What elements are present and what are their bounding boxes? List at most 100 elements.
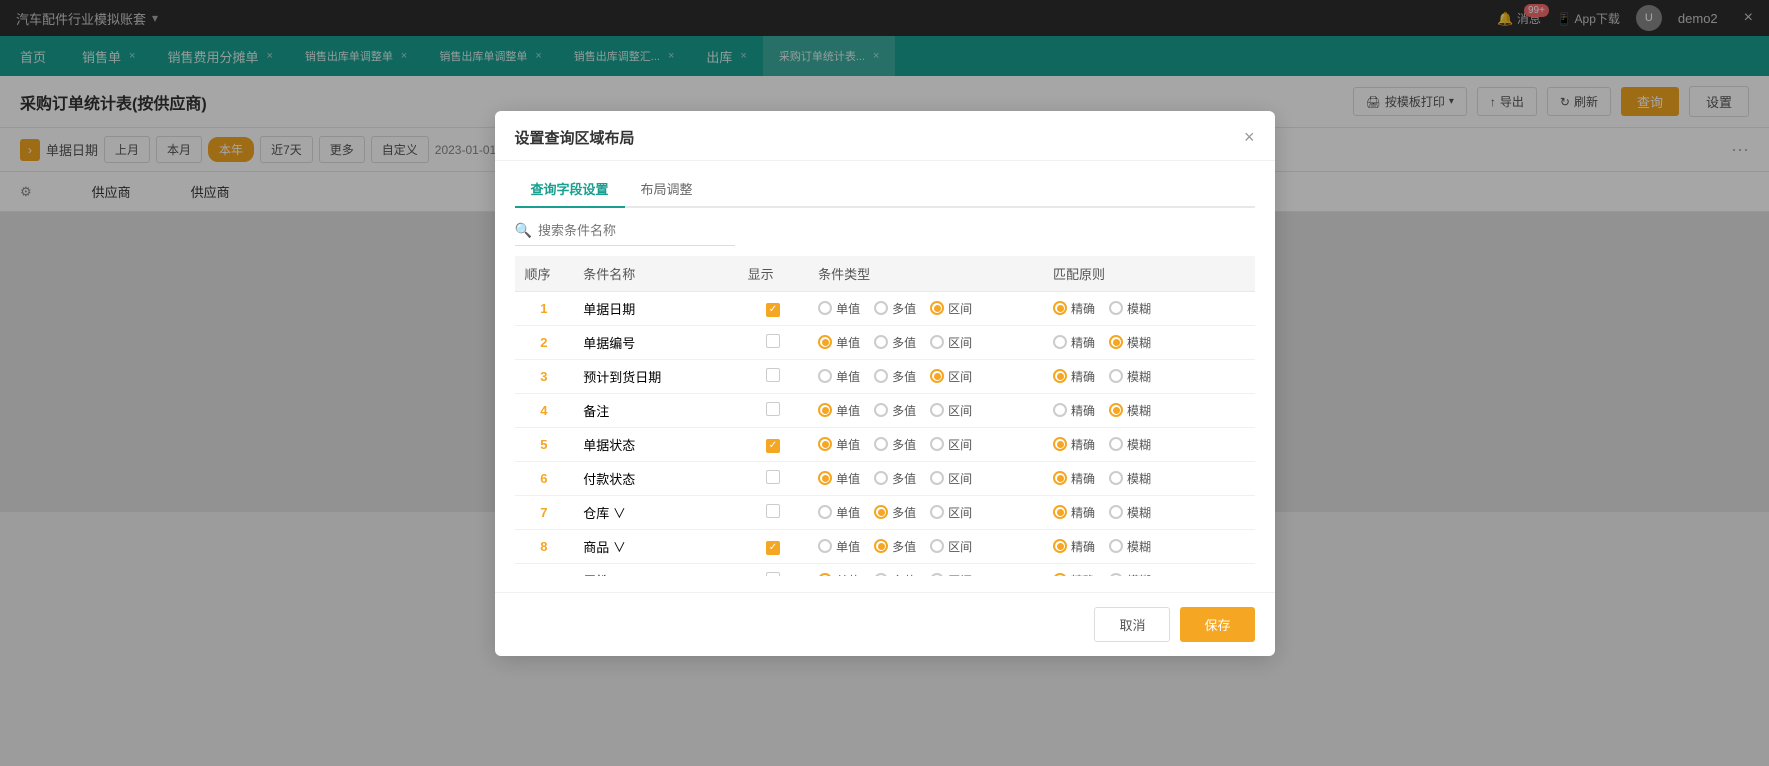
- radio-type-single-8[interactable]: 单值: [818, 538, 860, 555]
- checkbox-display-9[interactable]: [766, 572, 780, 576]
- condition-name-3: 预计到货日期: [583, 370, 661, 385]
- radio-circle-range-6: [930, 471, 944, 485]
- search-input[interactable]: [538, 223, 718, 238]
- tab-layout-adjust[interactable]: 布局调整: [625, 171, 709, 208]
- conditions-table-container[interactable]: 顺序 条件名称 显示 条件类型 匹配原则 1单据日期单值多值区间精确模糊2单据编…: [515, 256, 1255, 576]
- radio-rule-precise-8[interactable]: 精确: [1053, 538, 1095, 555]
- radio-rule-precise-3[interactable]: 精确: [1053, 368, 1095, 385]
- radio-type-single-5[interactable]: 单值: [818, 436, 860, 453]
- radio-circle-multi-5: [874, 437, 888, 451]
- radio-circle-single-2: [818, 335, 832, 349]
- search-box: 🔍: [515, 222, 735, 246]
- tab-query-fields[interactable]: 查询字段设置: [515, 171, 625, 208]
- radio-type-multi-6[interactable]: 多值: [874, 470, 916, 487]
- checkbox-display-1[interactable]: [766, 303, 780, 317]
- radio-rule-precise-5[interactable]: 精确: [1053, 436, 1095, 453]
- table-head-row: 顺序 条件名称 显示 条件类型 匹配原则: [515, 256, 1255, 292]
- radio-type-multi-7[interactable]: 多值: [874, 504, 916, 521]
- radio-rule-fuzzy-1[interactable]: 模糊: [1109, 300, 1151, 317]
- radio-type-range-5[interactable]: 区间: [930, 436, 972, 453]
- radio-type-range-8[interactable]: 区间: [930, 538, 972, 555]
- radio-rule-fuzzy-5[interactable]: 模糊: [1109, 436, 1151, 453]
- dialog-footer: 取消 保存: [495, 592, 1275, 656]
- radio-type-range-9[interactable]: 区间: [930, 572, 972, 576]
- radio-rule-fuzzy-6[interactable]: 模糊: [1109, 470, 1151, 487]
- radio-circle-range-1: [930, 301, 944, 315]
- radio-circle-range-5: [930, 437, 944, 451]
- condition-name-2: 单据编号: [583, 336, 635, 351]
- checkbox-display-5[interactable]: [766, 439, 780, 453]
- radio-rule-fuzzy-4[interactable]: 模糊: [1109, 402, 1151, 419]
- checkbox-display-4[interactable]: [766, 402, 780, 416]
- checkbox-display-2[interactable]: [766, 334, 780, 348]
- radio-rule-fuzzy-8[interactable]: 模糊: [1109, 538, 1151, 555]
- row-order-3: 3: [540, 369, 547, 384]
- condition-name-8: 商品 ∨: [583, 540, 626, 555]
- radio-type-range-7[interactable]: 区间: [930, 504, 972, 521]
- radio-circle-range-4: [930, 403, 944, 417]
- radio-type-range-6[interactable]: 区间: [930, 470, 972, 487]
- radio-circle-single-3: [818, 369, 832, 383]
- radio-type-single-1[interactable]: 单值: [818, 300, 860, 317]
- radio-circle-single-4: [818, 403, 832, 417]
- radio-type-multi-8[interactable]: 多值: [874, 538, 916, 555]
- radio-rule-precise-4[interactable]: 精确: [1053, 402, 1095, 419]
- checkbox-display-7[interactable]: [766, 504, 780, 518]
- radio-rule-fuzzy-3[interactable]: 模糊: [1109, 368, 1151, 385]
- radio-type-multi-4[interactable]: 多值: [874, 402, 916, 419]
- radio-circle-rule-fuzzy-5: [1109, 437, 1123, 451]
- cancel-button[interactable]: 取消: [1094, 607, 1170, 642]
- checkbox-display-8[interactable]: [766, 541, 780, 555]
- dialog-tabs: 查询字段设置 布局调整: [515, 171, 1255, 208]
- radio-type-single-3[interactable]: 单值: [818, 368, 860, 385]
- radio-rule-fuzzy-2[interactable]: 模糊: [1109, 334, 1151, 351]
- radio-type-single-7[interactable]: 单值: [818, 504, 860, 521]
- radio-rule-precise-2[interactable]: 精确: [1053, 334, 1095, 351]
- radio-type-multi-9[interactable]: 多值: [874, 572, 916, 576]
- radio-rule-fuzzy-9[interactable]: 模糊: [1109, 572, 1151, 576]
- save-button[interactable]: 保存: [1180, 607, 1254, 642]
- radio-circle-rule-fuzzy-8: [1109, 539, 1123, 553]
- radio-circle-single-8: [818, 539, 832, 553]
- radio-type-multi-2[interactable]: 多值: [874, 334, 916, 351]
- search-icon: 🔍: [515, 222, 532, 239]
- checkbox-display-3[interactable]: [766, 368, 780, 382]
- radio-circle-range-8: [930, 539, 944, 553]
- radio-circle-rule-precise-1: [1053, 301, 1067, 315]
- radio-type-single-4[interactable]: 单值: [818, 402, 860, 419]
- radio-type-single-9[interactable]: 单值: [818, 572, 860, 576]
- radio-type-range-2[interactable]: 区间: [930, 334, 972, 351]
- row-order-1: 1: [540, 301, 547, 316]
- radio-type-multi-1[interactable]: 多值: [874, 300, 916, 317]
- radio-type-range-3[interactable]: 区间: [930, 368, 972, 385]
- radio-rule-precise-9[interactable]: 精确: [1053, 572, 1095, 576]
- checkbox-display-6[interactable]: [766, 470, 780, 484]
- radio-circle-rule-fuzzy-1: [1109, 301, 1123, 315]
- table-row: 2单据编号单值多值区间精确模糊: [515, 325, 1255, 359]
- radio-type-single-2[interactable]: 单值: [818, 334, 860, 351]
- radio-type-multi-3[interactable]: 多值: [874, 368, 916, 385]
- radio-circle-multi-7: [874, 505, 888, 519]
- radio-type-single-6[interactable]: 单值: [818, 470, 860, 487]
- dialog-close-button[interactable]: ×: [1244, 128, 1255, 146]
- th-type: 条件类型: [808, 256, 1043, 292]
- radio-circle-rule-fuzzy-4: [1109, 403, 1123, 417]
- radio-rule-fuzzy-7[interactable]: 模糊: [1109, 504, 1151, 521]
- modal-overlay: 设置查询区域布局 × 查询字段设置 布局调整 🔍 顺序: [0, 0, 1769, 766]
- th-order: 顺序: [515, 256, 574, 292]
- dialog-title: 设置查询区域布局: [515, 127, 635, 148]
- table-row: 6付款状态单值多值区间精确模糊: [515, 461, 1255, 495]
- radio-type-multi-5[interactable]: 多值: [874, 436, 916, 453]
- radio-type-range-4[interactable]: 区间: [930, 402, 972, 419]
- radio-circle-range-2: [930, 335, 944, 349]
- radio-circle-rule-fuzzy-6: [1109, 471, 1123, 485]
- table-row: 5单据状态单值多值区间精确模糊: [515, 427, 1255, 461]
- radio-rule-precise-6[interactable]: 精确: [1053, 470, 1095, 487]
- radio-circle-rule-fuzzy-9: [1109, 573, 1123, 576]
- radio-rule-precise-1[interactable]: 精确: [1053, 300, 1095, 317]
- radio-rule-precise-7[interactable]: 精确: [1053, 504, 1095, 521]
- table-row: 8商品 ∨单值多值区间精确模糊: [515, 529, 1255, 563]
- radio-circle-single-9: [818, 573, 832, 576]
- radio-type-range-1[interactable]: 区间: [930, 300, 972, 317]
- th-display: 显示: [738, 256, 808, 292]
